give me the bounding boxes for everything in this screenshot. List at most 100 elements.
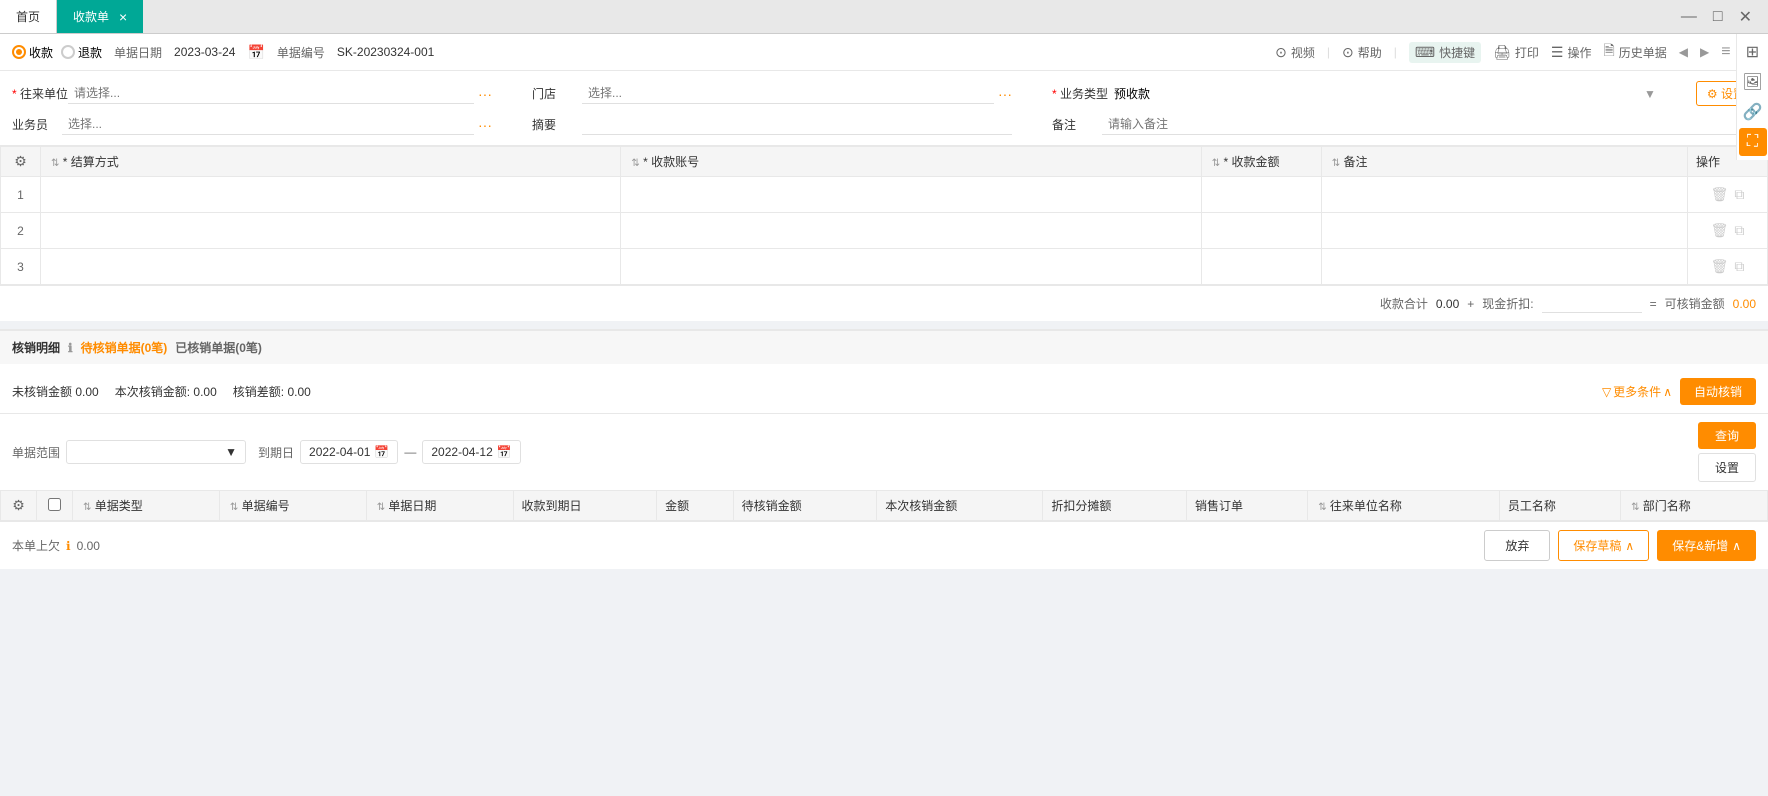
row1-amount[interactable] (1201, 177, 1321, 213)
verify-info-icon[interactable]: ℹ (68, 341, 73, 355)
col-counterparty: ⇅ 往来单位名称 (1308, 491, 1500, 521)
col-account: ⇅ * 收款账号 (621, 147, 1201, 177)
row1-notes[interactable] (1321, 177, 1687, 213)
history-icon: 🗎 (1604, 40, 1615, 64)
counterparty-input[interactable] (68, 83, 474, 104)
col-doc-type: ⇅ 单据类型 (73, 491, 220, 521)
tab-home[interactable]: 首页 (0, 0, 57, 33)
summary-input[interactable] (582, 114, 1012, 135)
row2-amount[interactable] (1201, 213, 1321, 249)
filter-row: 单据范围 ▼ 到期日 2022-04-01 📅 — 2022-04-12 (0, 413, 1768, 490)
verify-section-header: 核销明细 ℹ 待核销单据(0笔) 已核销单据(0笔) (0, 329, 1768, 364)
range-select[interactable]: ▼ (66, 440, 246, 464)
tab-active[interactable]: 收款单 × (57, 0, 143, 33)
col-discount: 折扣分摊额 (1043, 491, 1187, 521)
equals-sign: = (1650, 297, 1657, 311)
row3-settlement[interactable] (41, 249, 621, 285)
row2-notes[interactable] (1321, 213, 1687, 249)
row1-copy-icon[interactable]: ⧉ (1734, 186, 1744, 203)
sidebar-image-btn[interactable]: 🖼 (1739, 68, 1767, 96)
store-more-icon[interactable]: ··· (998, 86, 1012, 102)
save-draft-button[interactable]: 保存草稿 ∧ (1558, 530, 1649, 561)
business-type-chevron[interactable]: ▼ (1644, 87, 1656, 101)
salesperson-more-icon[interactable]: ··· (478, 117, 492, 133)
select-all-checkbox[interactable] (48, 498, 61, 511)
calendar-icon[interactable]: 📅 (247, 44, 264, 61)
salesperson-label: 业务员 (12, 116, 62, 133)
more-conditions-button[interactable]: ▽ 更多条件 ∧ (1602, 383, 1672, 400)
discard-button[interactable]: 放弃 (1484, 530, 1550, 561)
menu-lines[interactable]: ≡ (1721, 43, 1730, 61)
range-label: 单据范围 (12, 444, 60, 461)
close-button[interactable]: ✕ (1735, 7, 1756, 27)
row1-account[interactable] (621, 177, 1201, 213)
query-button[interactable]: 查询 (1698, 422, 1756, 449)
discount-input[interactable] (1542, 294, 1642, 313)
video-action[interactable]: ⊙ 视频 (1275, 44, 1315, 61)
range-filter: 单据范围 ▼ (12, 440, 246, 464)
row2-account[interactable] (621, 213, 1201, 249)
save-draft-label: 保存草稿 (1573, 537, 1621, 554)
row1-settlement[interactable] (41, 177, 621, 213)
bottom-table-settings-icon[interactable]: ⚙ (12, 497, 25, 513)
nav-next[interactable]: ▶ (1700, 45, 1709, 59)
print-action[interactable]: 🖨 打印 (1493, 44, 1539, 61)
salesperson-input[interactable] (62, 114, 474, 135)
counterparty-label: 往来单位 (12, 85, 68, 102)
minimize-button[interactable]: — (1677, 8, 1701, 26)
plus-sign: + (1467, 297, 1474, 311)
unverified-stat: 未核销金额 0.00 (12, 383, 99, 400)
row2-delete-icon[interactable]: 🗑 (1711, 222, 1729, 239)
range-chevron: ▼ (225, 445, 237, 459)
row2-settlement[interactable] (41, 213, 621, 249)
col-dept: ⇅ 部门名称 (1621, 491, 1768, 521)
save-new-label: 保存&新增 (1672, 537, 1728, 554)
row3-amount[interactable] (1201, 249, 1321, 285)
tab-close-icon[interactable]: × (119, 9, 127, 25)
save-new-button[interactable]: 保存&新增 ∧ (1657, 530, 1756, 561)
summary-label: 摘要 (532, 116, 582, 133)
counterparty-more-icon[interactable]: ··· (478, 86, 492, 102)
maximize-button[interactable]: □ (1709, 8, 1727, 26)
auto-verify-button[interactable]: 自动核销 (1680, 378, 1756, 405)
row3-notes[interactable] (1321, 249, 1687, 285)
row3-delete-icon[interactable]: 🗑 (1711, 258, 1729, 275)
sidebar-expand-btn[interactable]: ⛶ (1739, 128, 1767, 156)
current-owe-value: 0.00 (77, 539, 100, 553)
shortcut-action[interactable]: ⌨ 快捷键 (1409, 42, 1481, 63)
help-action[interactable]: ⊙ 帮助 (1342, 44, 1382, 61)
receipt-refund-toggle: 收款 退款 (12, 44, 102, 61)
current-owe-label: 本单上欠 (12, 537, 60, 554)
date-to-field[interactable]: 2022-04-12 📅 (422, 440, 520, 464)
date-value: 2023-03-24 (174, 45, 235, 59)
history-action[interactable]: 🗎 历史单据 (1604, 40, 1667, 64)
store-input[interactable] (582, 83, 994, 104)
owe-info-icon[interactable]: ℹ (66, 539, 71, 553)
col-doc-date: ⇅ 单据日期 (366, 491, 513, 521)
col-employee: 员工名称 (1499, 491, 1620, 521)
pending-tab[interactable]: 待核销单据(0笔) (81, 339, 168, 356)
row2-copy-icon[interactable]: ⧉ (1734, 222, 1744, 239)
notes-input[interactable] (1102, 114, 1756, 135)
notes-label: 备注 (1052, 116, 1102, 133)
operation-action[interactable]: ☰ 操作 (1551, 44, 1592, 61)
row3-copy-icon[interactable]: ⧉ (1734, 258, 1744, 275)
date-from-field[interactable]: 2022-04-01 📅 (300, 440, 398, 464)
radio-receipt[interactable]: 收款 (12, 44, 53, 61)
done-tab[interactable]: 已核销单据(0笔) (175, 339, 262, 356)
auto-verify-label: 自动核销 (1694, 385, 1742, 399)
row1-delete-icon[interactable]: 🗑 (1711, 186, 1729, 203)
date-label: 单据日期 (114, 44, 162, 61)
sidebar-link-btn[interactable]: 🔗 (1739, 98, 1767, 126)
filter-settings-button[interactable]: 设置 (1698, 453, 1756, 482)
radio-refund[interactable]: 退款 (61, 44, 102, 61)
calendar-to-icon: 📅 (497, 445, 512, 459)
nav-prev[interactable]: ◀ (1679, 45, 1688, 59)
toolbar: 收款 退款 单据日期 2023-03-24 📅 单据编号 SK-20230324… (0, 34, 1768, 71)
date-sep: — (404, 445, 416, 459)
table-settings-icon[interactable]: ⚙ (14, 153, 27, 169)
row3-account[interactable] (621, 249, 1201, 285)
business-type-value: 预收款 (1108, 82, 1644, 105)
sidebar-table-btn[interactable]: ⊞ (1739, 38, 1767, 66)
verify-stats-row: 未核销金额 0.00 本次核销金额: 0.00 核销差额: 0.00 ▽ (0, 364, 1768, 413)
